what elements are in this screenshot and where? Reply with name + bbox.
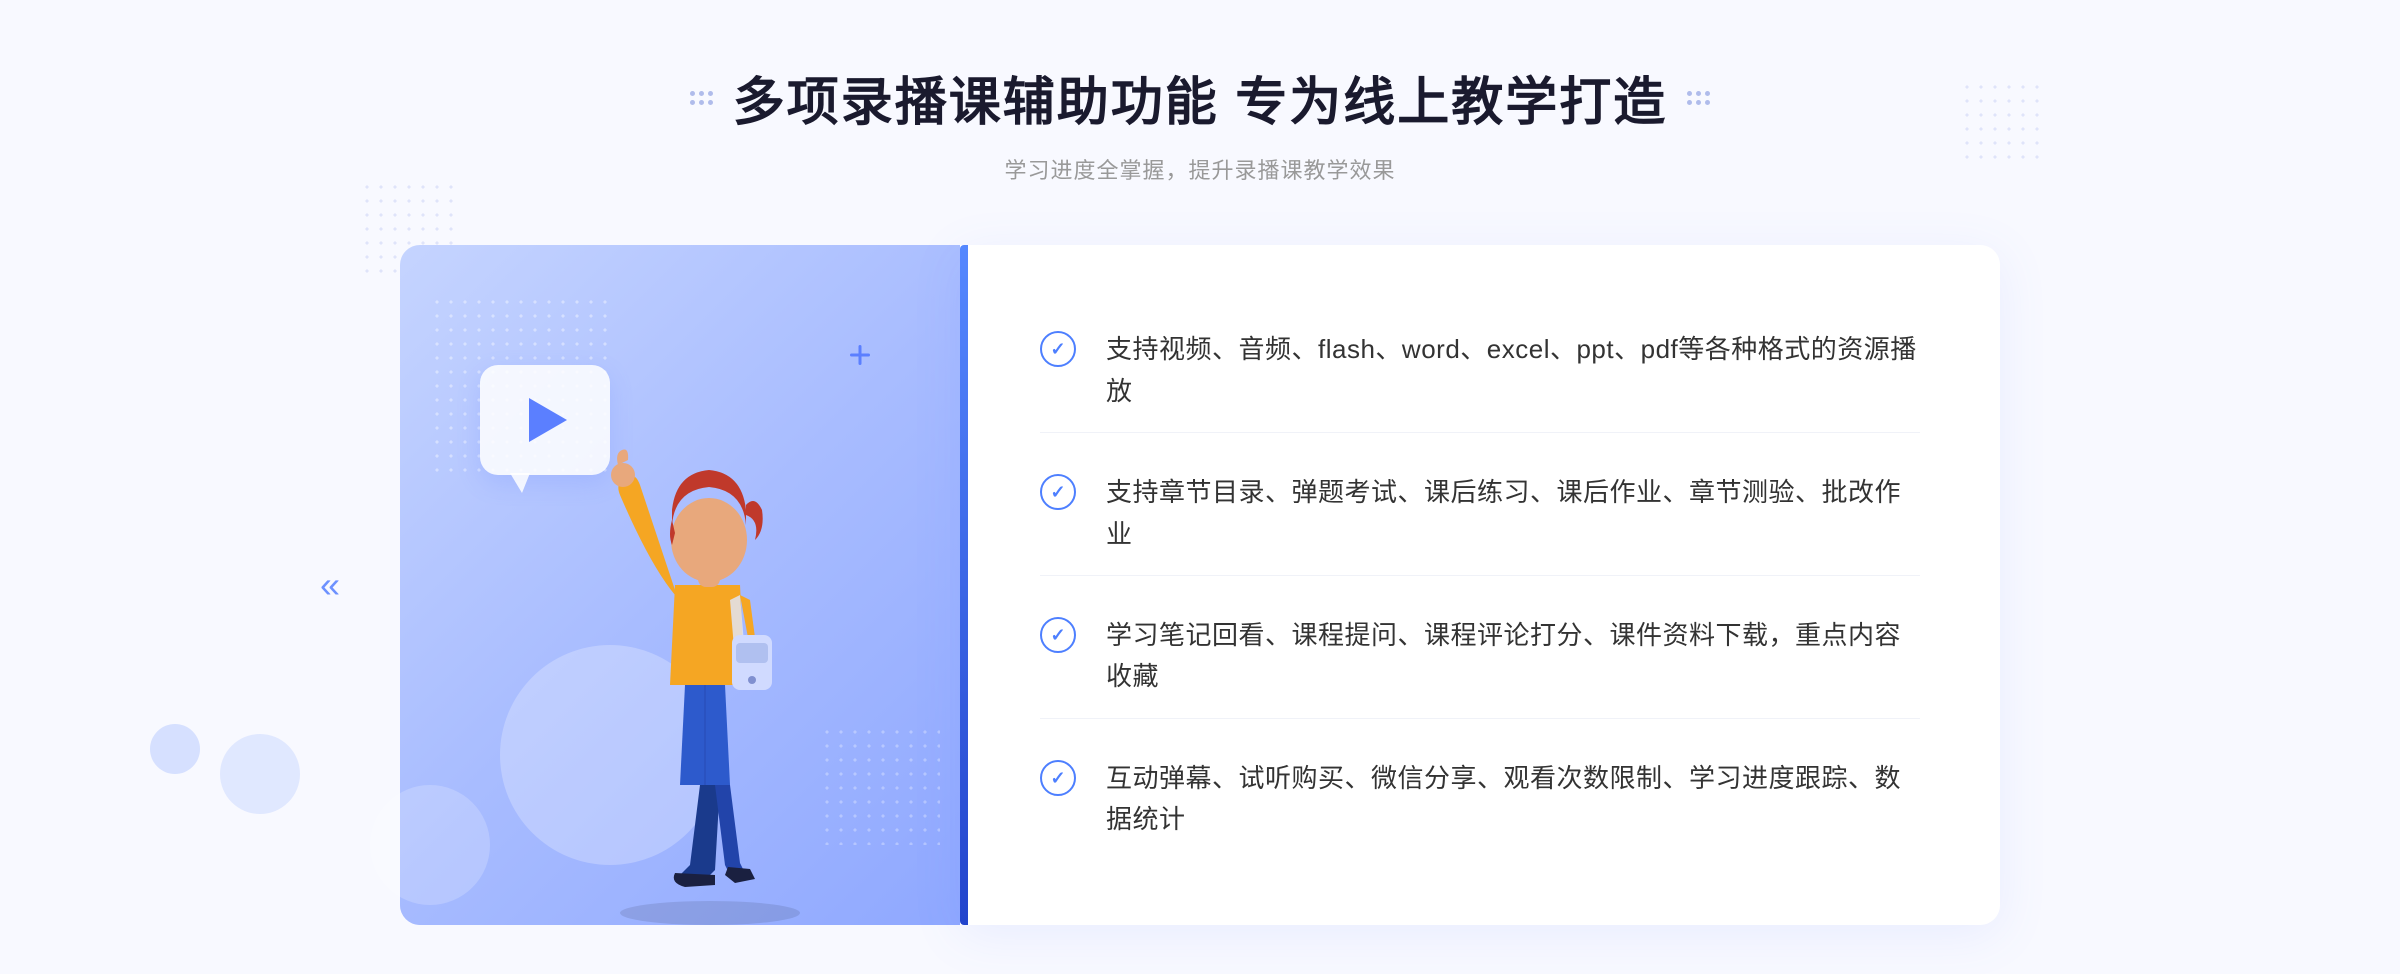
content-panel-wrapper: ✓ 支持视频、音频、flash、word、excel、ppt、pdf等各种格式的… [960, 245, 2000, 925]
feature-item-2: ✓ 支持章节目录、弹题考试、课后练习、课后作业、章节测验、批改作业 [1040, 452, 1920, 576]
chevron-left-icon[interactable]: « [320, 567, 340, 603]
left-dot-decoration [690, 91, 713, 105]
blue-accent-bar [960, 245, 968, 925]
page-subtitle: 学习进度全掌握，提升录播课教学效果 [690, 153, 1710, 185]
illustration-card [400, 245, 960, 925]
sparkle-decoration [850, 345, 870, 365]
person-illustration [560, 365, 860, 925]
checkmark-2: ✓ [1050, 483, 1065, 501]
feature-item-3: ✓ 学习笔记回看、课程提问、课程评论打分、课件资料下载，重点内容收藏 [1040, 595, 1920, 719]
check-icon-1: ✓ [1040, 331, 1076, 367]
check-icon-2: ✓ [1040, 474, 1076, 510]
feature-item-1: ✓ 支持视频、音频、flash、word、excel、ppt、pdf等各种格式的… [1040, 309, 1920, 433]
feature-item-4: ✓ 互动弹幕、试听购买、微信分享、观看次数限制、学习进度跟踪、数据统计 [1040, 738, 1920, 861]
check-icon-4: ✓ [1040, 760, 1076, 796]
page-container: 多项录播课辅助功能 专为线上教学打造 学习进度全掌握，提升录播课教学效果 « [0, 0, 2400, 974]
right-dot-decoration [1687, 91, 1710, 105]
sparkle-icon [850, 345, 870, 365]
feature-text-3: 学习笔记回看、课程提问、课程评论打分、课件资料下载，重点内容收藏 [1106, 615, 1920, 698]
check-circle-3: ✓ [1040, 617, 1076, 653]
checkmark-1: ✓ [1050, 340, 1065, 358]
checkmark-4: ✓ [1050, 769, 1065, 787]
outer-circle-large [220, 734, 300, 814]
dots-decoration-right [1960, 80, 2040, 160]
feature-text-2: 支持章节目录、弹题考试、课后练习、课后作业、章节测验、批改作业 [1106, 472, 1920, 555]
checkmark-3: ✓ [1050, 626, 1065, 644]
header-section: 多项录播课辅助功能 专为线上教学打造 学习进度全掌握，提升录播课教学效果 [690, 60, 1710, 185]
outer-circle-small [150, 724, 200, 774]
deco-circle-medium [370, 785, 490, 905]
page-title: 多项录播课辅助功能 专为线上教学打造 [733, 60, 1667, 135]
title-row: 多项录播课辅助功能 专为线上教学打造 [690, 60, 1710, 135]
left-nav-arrow[interactable]: « [320, 567, 340, 603]
check-circle-4: ✓ [1040, 760, 1076, 796]
content-area: « [400, 245, 2000, 925]
feature-text-4: 互动弹幕、试听购买、微信分享、观看次数限制、学习进度跟踪、数据统计 [1106, 758, 1920, 841]
feature-text-1: 支持视频、音频、flash、word、excel、ppt、pdf等各种格式的资源… [1106, 329, 1920, 412]
check-icon-3: ✓ [1040, 617, 1076, 653]
check-circle-2: ✓ [1040, 474, 1076, 510]
content-panel: ✓ 支持视频、音频、flash、word、excel、ppt、pdf等各种格式的… [960, 245, 2000, 925]
check-circle-1: ✓ [1040, 331, 1076, 367]
